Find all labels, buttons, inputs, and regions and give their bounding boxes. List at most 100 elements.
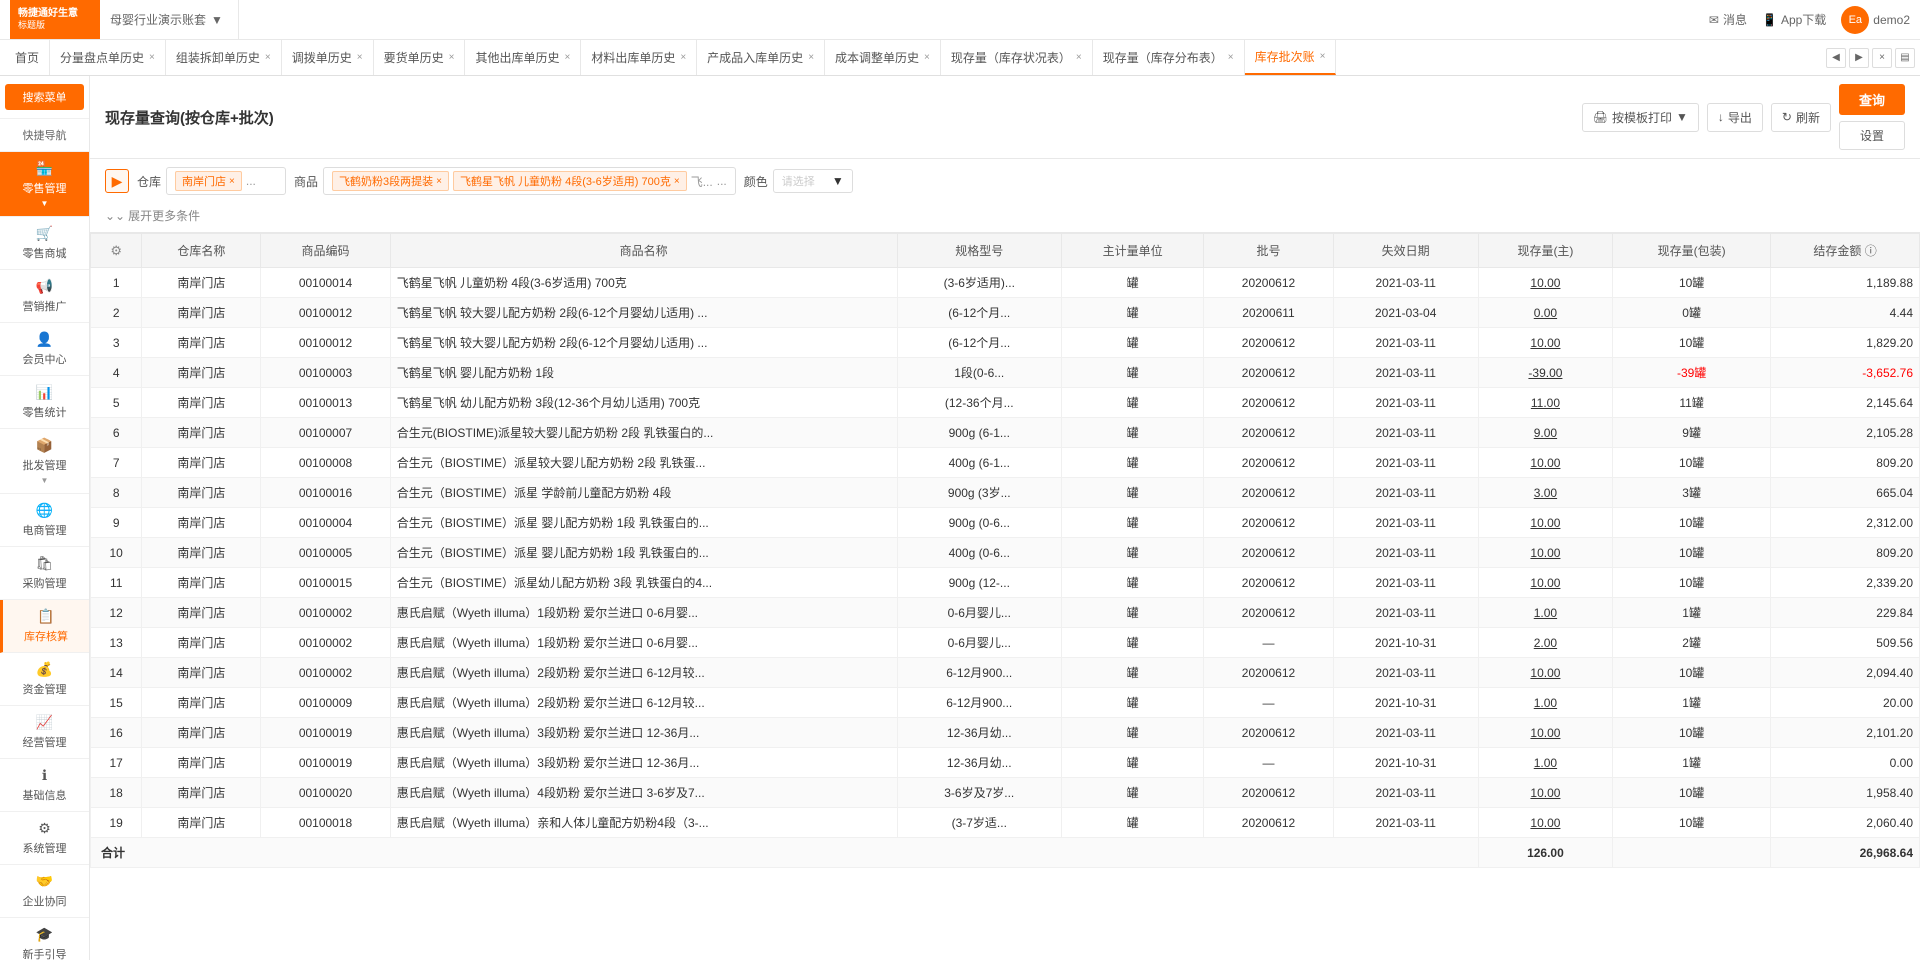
- row-qty-main[interactable]: 10.00: [1478, 808, 1613, 838]
- row-amount: 809.20: [1771, 538, 1920, 568]
- template-print-btn[interactable]: 🖨 按模板打印 ▼: [1582, 103, 1699, 132]
- row-amount: 1,958.40: [1771, 778, 1920, 808]
- row-qty-main[interactable]: 2.00: [1478, 628, 1613, 658]
- color-filter-box[interactable]: 请选择 ▼: [773, 169, 853, 193]
- row-qty-main[interactable]: 10.00: [1478, 328, 1613, 358]
- tab-close[interactable]: ×: [1076, 52, 1082, 63]
- warehouse-tag-box[interactable]: 南岸门店 × ...: [166, 167, 286, 195]
- tab-close-btn[interactable]: ×: [1872, 48, 1892, 68]
- export-btn[interactable]: ↓ 导出: [1707, 103, 1763, 132]
- tab-4[interactable]: 要货单历史×: [374, 40, 466, 75]
- row-qty-pkg: 1罐: [1613, 598, 1771, 628]
- row-no: 1: [91, 268, 142, 298]
- tab-close[interactable]: ×: [680, 52, 686, 63]
- sidebar-item-retail-management[interactable]: 🏪 零售管理 ▼: [0, 152, 89, 217]
- user-avatar-area[interactable]: Ea demo2: [1841, 6, 1910, 34]
- sidebar-item-marketing[interactable]: 📢 营销推广: [0, 270, 89, 323]
- tab-10[interactable]: 现存量（库存分布表）×: [1093, 40, 1245, 75]
- row-qty-main[interactable]: 1.00: [1478, 598, 1613, 628]
- row-qty-main[interactable]: 10.00: [1478, 448, 1613, 478]
- row-warehouse: 南岸门店: [142, 388, 261, 418]
- tag-close-btn[interactable]: ×: [674, 176, 680, 187]
- tab-close[interactable]: ×: [265, 52, 271, 63]
- sidebar-item-operations[interactable]: 📈 经营管理: [0, 706, 89, 759]
- row-no: 4: [91, 358, 142, 388]
- col-name: 商品名称: [390, 234, 897, 268]
- app-download-btn[interactable]: 📱 App下载: [1762, 11, 1826, 28]
- table-row: 10 南岸门店 00100005 合生元（BIOSTIME）派星 婴儿配方奶粉 …: [91, 538, 1920, 568]
- query-btn[interactable]: 查询: [1839, 84, 1905, 115]
- row-qty-main[interactable]: 1.00: [1478, 688, 1613, 718]
- tab-8[interactable]: 成本调整单历史×: [825, 40, 941, 75]
- row-qty-pkg: 0罐: [1613, 298, 1771, 328]
- row-qty-main[interactable]: 1.00: [1478, 748, 1613, 778]
- row-name: 惠氏启赋（Wyeth illuma）2段奶粉 爱尔兰进口 6-12月较...: [390, 658, 897, 688]
- tab-prev-btn[interactable]: ◀: [1826, 48, 1846, 68]
- tag-close-btn[interactable]: ×: [436, 176, 442, 187]
- row-unit: 罐: [1061, 808, 1203, 838]
- row-qty-main[interactable]: 10.00: [1478, 718, 1613, 748]
- tab-menu-btn[interactable]: ▤: [1895, 48, 1915, 68]
- tab-9[interactable]: 现存量（库存状况表）×: [941, 40, 1093, 75]
- sidebar-item-finance[interactable]: 💰 资金管理: [0, 653, 89, 706]
- product-filter-box[interactable]: 飞鹤奶粉3段两提装 × 飞鹤星飞帆 儿童奶粉 4段(3-6岁适用) 700克 ×…: [323, 167, 736, 195]
- row-qty-main[interactable]: 10.00: [1478, 778, 1613, 808]
- message-btn[interactable]: ✉ 消息: [1709, 11, 1747, 28]
- settings-icon[interactable]: ⚙: [110, 243, 122, 258]
- tab-3[interactable]: 调拨单历史×: [282, 40, 374, 75]
- sidebar-item-retail-store[interactable]: 🛒 零售商城: [0, 217, 89, 270]
- tab-6[interactable]: 材料出库单历史×: [581, 40, 697, 75]
- settings-btn[interactable]: 设置: [1839, 121, 1905, 150]
- expand-conditions-btn[interactable]: ⌄⌄ 展开更多条件: [105, 207, 200, 224]
- row-warehouse: 南岸门店: [142, 418, 261, 448]
- refresh-btn[interactable]: ↻ 刷新: [1771, 103, 1831, 132]
- col-settings[interactable]: ⚙: [91, 234, 142, 268]
- tab-home[interactable]: 首页: [5, 40, 50, 75]
- expand-filter-btn[interactable]: ▶: [105, 169, 129, 193]
- sidebar-item-purchase[interactable]: 🛍 采购管理: [0, 547, 89, 600]
- row-qty-main[interactable]: 10.00: [1478, 268, 1613, 298]
- account-selector[interactable]: 母婴行业演示账套 ▼: [100, 0, 239, 39]
- sidebar-item-inventory[interactable]: 📋 库存核算: [0, 600, 89, 653]
- sidebar-item-guide[interactable]: 🎓 新手引导: [0, 918, 89, 960]
- quick-nav-btn[interactable]: 快捷导航: [0, 119, 89, 152]
- tab-close[interactable]: ×: [149, 52, 155, 63]
- row-qty-main[interactable]: 10.00: [1478, 538, 1613, 568]
- tab-2[interactable]: 组装拆卸单历史×: [166, 40, 282, 75]
- row-code: 00100013: [261, 388, 390, 418]
- row-qty-main[interactable]: 0.00: [1478, 298, 1613, 328]
- sidebar-item-collab[interactable]: 🤝 企业协同: [0, 865, 89, 918]
- sidebar-item-ecommerce[interactable]: 🌐 电商管理: [0, 494, 89, 547]
- row-batch: 20200612: [1204, 598, 1333, 628]
- tab-close[interactable]: ×: [1228, 52, 1234, 63]
- sidebar-item-member[interactable]: 👤 会员中心: [0, 323, 89, 376]
- tab-close[interactable]: ×: [924, 52, 930, 63]
- row-qty-main[interactable]: -39.00: [1478, 358, 1613, 388]
- row-expire: 2021-03-11: [1333, 418, 1478, 448]
- row-qty-main[interactable]: 10.00: [1478, 568, 1613, 598]
- tab-close[interactable]: ×: [1320, 51, 1326, 62]
- sidebar-item-wholesale[interactable]: 📦 批发管理 ▼: [0, 429, 89, 494]
- sidebar-item-basic-info[interactable]: ℹ 基础信息: [0, 759, 89, 812]
- sidebar-item-system[interactable]: ⚙ 系统管理: [0, 812, 89, 865]
- tab-11[interactable]: 库存批次账×: [1245, 40, 1337, 75]
- tab-close[interactable]: ×: [357, 52, 363, 63]
- sidebar-item-retail-stats[interactable]: 📊 零售统计: [0, 376, 89, 429]
- tag-close-btn[interactable]: ×: [229, 176, 235, 187]
- search-menu-btn[interactable]: 搜索菜单: [5, 84, 84, 110]
- tab-close[interactable]: ×: [808, 52, 814, 63]
- tab-close[interactable]: ×: [564, 52, 570, 63]
- row-no: 10: [91, 538, 142, 568]
- row-name: 合生元（BIOSTIME）派星 学龄前儿童配方奶粉 4段: [390, 478, 897, 508]
- row-qty-main[interactable]: 10.00: [1478, 658, 1613, 688]
- tab-5[interactable]: 其他出库单历史×: [465, 40, 581, 75]
- row-qty-main[interactable]: 10.00: [1478, 508, 1613, 538]
- tab-7[interactable]: 产成品入库单历史×: [697, 40, 825, 75]
- row-qty-main[interactable]: 3.00: [1478, 478, 1613, 508]
- tab-1[interactable]: 分量盘点单历史×: [50, 40, 166, 75]
- tab-close[interactable]: ×: [449, 52, 455, 63]
- stats-icon: 📊: [36, 384, 53, 401]
- row-qty-main[interactable]: 9.00: [1478, 418, 1613, 448]
- row-qty-main[interactable]: 11.00: [1478, 388, 1613, 418]
- tab-next-btn[interactable]: ▶: [1849, 48, 1869, 68]
